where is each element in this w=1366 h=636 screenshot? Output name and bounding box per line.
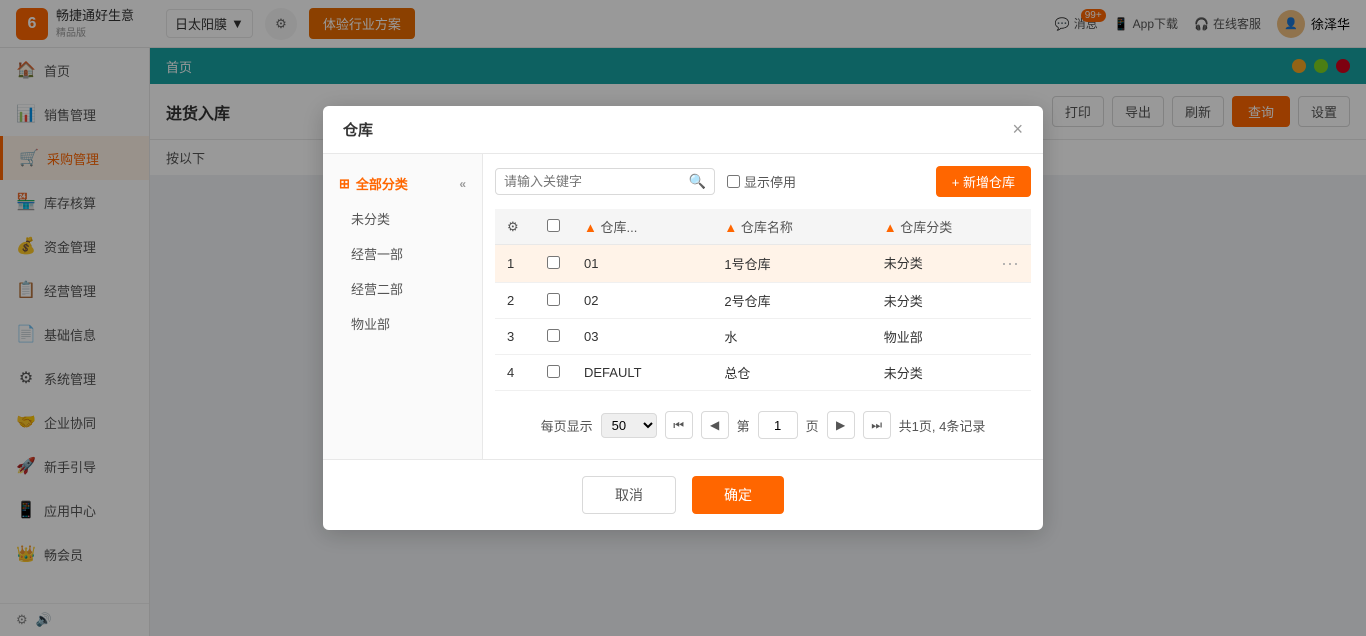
- row3-checkbox[interactable]: [547, 329, 560, 342]
- row4-code: DEFAULT: [572, 355, 712, 391]
- dialog-footer: 取消 确定: [323, 459, 1043, 530]
- category-item-unclassified[interactable]: 未分类: [323, 201, 482, 236]
- row3-code: 03: [572, 319, 712, 355]
- row2-name: 2号仓库: [712, 283, 871, 319]
- row2-checkbox[interactable]: [547, 293, 560, 306]
- sort-icon-cat: ▲: [884, 220, 897, 235]
- page-number-input[interactable]: [758, 411, 798, 439]
- page-size-select[interactable]: 50 10 20 100: [601, 413, 657, 438]
- next-page-button[interactable]: ▶: [827, 411, 855, 439]
- category-all-header[interactable]: ⊞ 全部分类 «: [323, 166, 482, 201]
- dialog-close-button[interactable]: ×: [1012, 119, 1023, 140]
- th-settings: ⚙: [495, 209, 535, 245]
- category-item-property[interactable]: 物业部: [323, 306, 482, 341]
- select-all-checkbox[interactable]: [547, 219, 560, 232]
- table-row[interactable]: 3 03 水 物业部: [495, 319, 1031, 355]
- row3-num: 3: [495, 319, 535, 355]
- search-input[interactable]: [504, 174, 689, 189]
- confirm-button[interactable]: 确定: [692, 476, 784, 514]
- row1-checkbox[interactable]: [547, 256, 560, 269]
- th-category-label: 仓库分类: [900, 220, 952, 235]
- page-unit: 页: [806, 416, 819, 435]
- warehouse-dialog: 仓库 × ⊞ 全部分类 « 未分类 经营一部 经营二部 物业部 🔍: [323, 106, 1043, 530]
- dialog-left-panel: ⊞ 全部分类 « 未分类 经营一部 经营二部 物业部: [323, 154, 483, 459]
- row1-more-button[interactable]: ···: [1001, 253, 1019, 274]
- row3-name: 水: [712, 319, 871, 355]
- table-row[interactable]: 2 02 2号仓库 未分类: [495, 283, 1031, 319]
- row4-name: 总仓: [712, 355, 871, 391]
- category-item-dept2[interactable]: 经营二部: [323, 271, 482, 306]
- row4-num: 4: [495, 355, 535, 391]
- row2-check[interactable]: [535, 283, 572, 319]
- row1-check[interactable]: [535, 245, 572, 283]
- pagination: 每页显示 50 10 20 100 ⏮ ◀ 第 页 ▶ ⏭ 共1页, 4条记录: [495, 403, 1031, 447]
- th-name: ▲ 仓库名称: [712, 209, 871, 245]
- settings-col-icon: ⚙: [507, 219, 519, 234]
- row2-num: 2: [495, 283, 535, 319]
- dialog-toolbar: 🔍 显示停用 + 新增仓库: [495, 166, 1031, 197]
- search-box: 🔍: [495, 168, 715, 195]
- row3-check[interactable]: [535, 319, 572, 355]
- category-all-label: 全部分类: [356, 174, 408, 193]
- row4-checkbox[interactable]: [547, 365, 560, 378]
- row1-num: 1: [495, 245, 535, 283]
- dialog-header: 仓库 ×: [323, 106, 1043, 154]
- row4-check[interactable]: [535, 355, 572, 391]
- th-name-label: 仓库名称: [741, 220, 793, 235]
- cancel-button[interactable]: 取消: [582, 476, 676, 514]
- table-row[interactable]: 4 DEFAULT 总仓 未分类: [495, 355, 1031, 391]
- th-check: [535, 209, 572, 245]
- row1-category: 未分类 ···: [872, 245, 1031, 283]
- sort-icon: ▲: [584, 220, 597, 235]
- row4-category: 未分类: [872, 355, 1031, 391]
- first-page-button[interactable]: ⏮: [665, 411, 693, 439]
- row2-category: 未分类: [872, 283, 1031, 319]
- show-disabled-text: 显示停用: [744, 172, 796, 191]
- last-page-button[interactable]: ⏭: [863, 411, 891, 439]
- table-body: 1 01 1号仓库 未分类 ··· 2 02: [495, 245, 1031, 391]
- page-label: 第: [737, 416, 750, 435]
- dialog-body: ⊞ 全部分类 « 未分类 经营一部 经营二部 物业部 🔍 显示停用 + 新增仓库: [323, 154, 1043, 459]
- row2-code: 02: [572, 283, 712, 319]
- warehouse-table-container: ⚙ ▲ 仓库... ▲ 仓库名称: [495, 209, 1031, 391]
- collapse-icon[interactable]: «: [459, 177, 466, 191]
- category-item-dept1[interactable]: 经营一部: [323, 236, 482, 271]
- sort-icon-name: ▲: [724, 220, 737, 235]
- prev-page-button[interactable]: ◀: [701, 411, 729, 439]
- table-row[interactable]: 1 01 1号仓库 未分类 ···: [495, 245, 1031, 283]
- row1-code: 01: [572, 245, 712, 283]
- th-category: ▲ 仓库分类: [872, 209, 1031, 245]
- th-code: ▲ 仓库...: [572, 209, 712, 245]
- grid-icon: ⊞: [339, 176, 350, 192]
- dialog-title: 仓库: [343, 119, 373, 140]
- table-header: ⚙ ▲ 仓库... ▲ 仓库名称: [495, 209, 1031, 245]
- show-disabled-checkbox[interactable]: [727, 175, 740, 188]
- show-disabled-label: 显示停用: [727, 172, 796, 191]
- dialog-right-panel: 🔍 显示停用 + 新增仓库 ⚙: [483, 154, 1043, 459]
- th-code-label: 仓库...: [601, 220, 638, 235]
- row3-category: 物业部: [872, 319, 1031, 355]
- add-warehouse-button[interactable]: + 新增仓库: [936, 166, 1031, 197]
- row1-name: 1号仓库: [712, 245, 871, 283]
- row1-category-text: 未分类: [884, 256, 923, 271]
- warehouse-table: ⚙ ▲ 仓库... ▲ 仓库名称: [495, 209, 1031, 391]
- total-info: 共1页, 4条记录: [899, 416, 986, 435]
- per-page-label: 每页显示: [541, 416, 593, 435]
- search-icon: 🔍: [689, 173, 706, 190]
